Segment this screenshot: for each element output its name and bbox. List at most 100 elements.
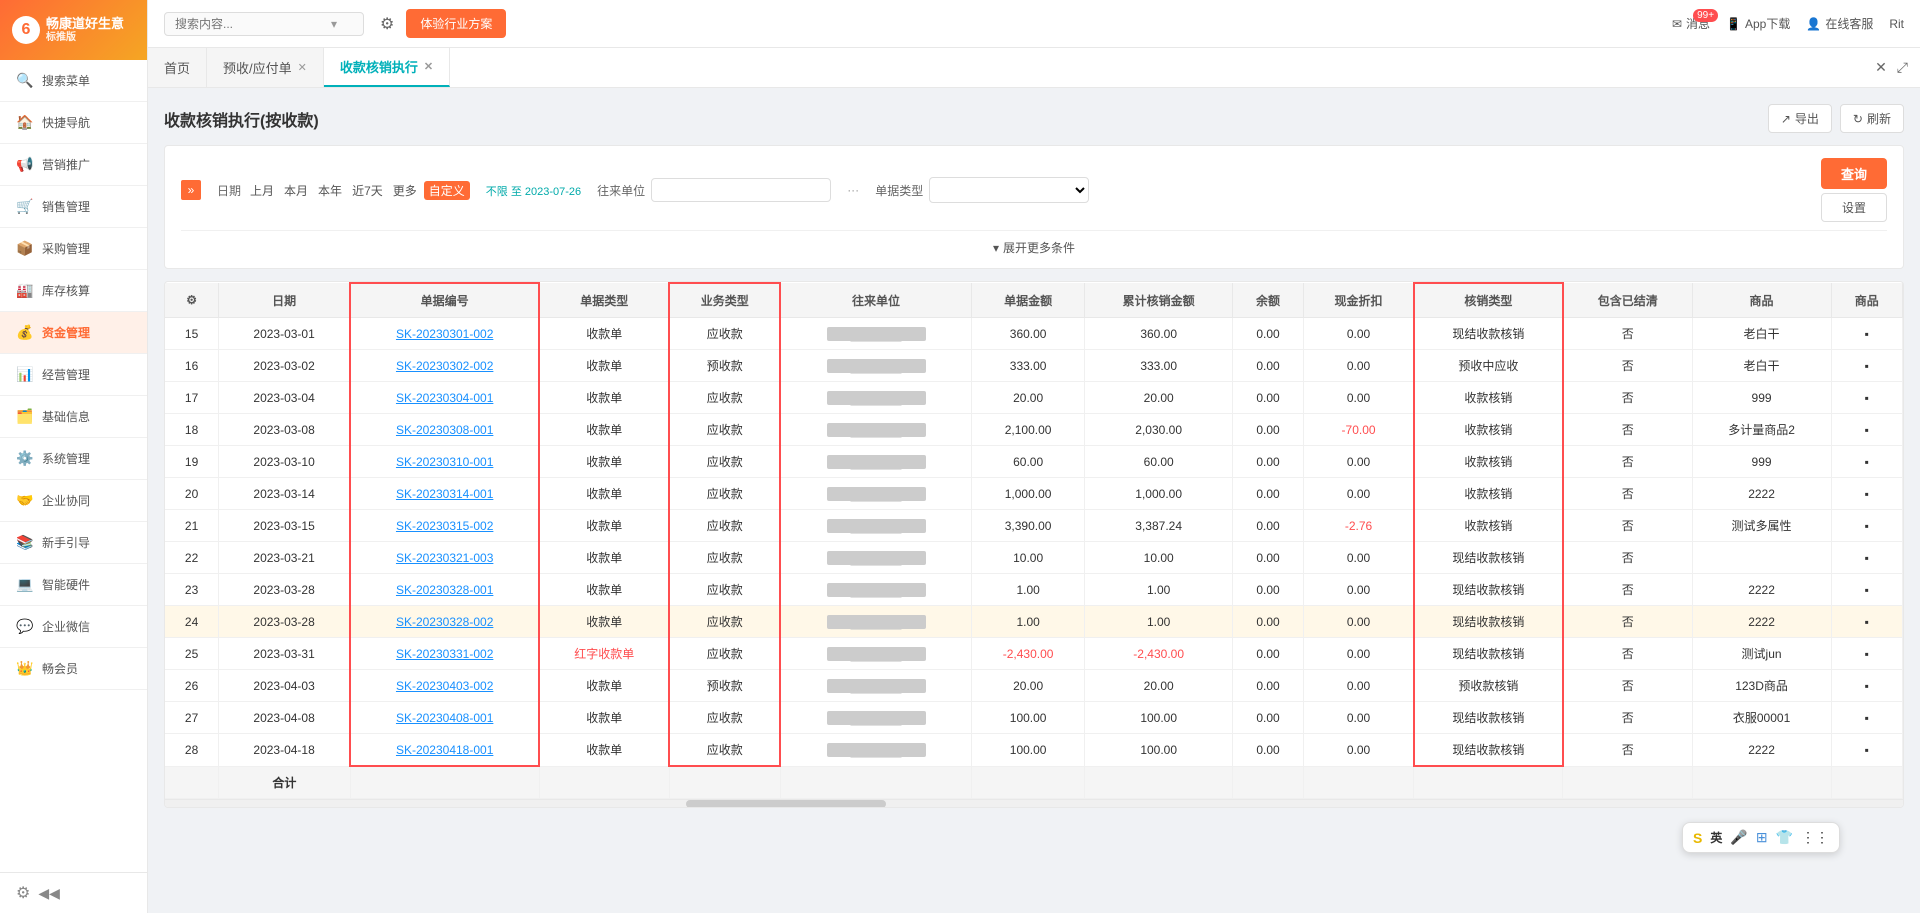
sidebar-item-guide[interactable]: 🏠 快捷导航 bbox=[0, 102, 147, 144]
tab-close-prepay[interactable]: ✕ bbox=[298, 61, 307, 74]
member-icon: 👑 bbox=[16, 660, 34, 677]
sidebar-item-hardware[interactable]: 💻 智能硬件 bbox=[0, 564, 147, 606]
voucher-link[interactable]: SK-20230331-002 bbox=[396, 647, 493, 661]
refresh-button[interactable]: ↻ 刷新 bbox=[1840, 104, 1904, 133]
cell-4-2[interactable]: SK-20230310-001 bbox=[350, 446, 539, 478]
table-row: 212023-03-15SK-20230315-002收款单应收款██████3… bbox=[165, 510, 1903, 542]
sidebar-item-newbie[interactable]: 📚 新手引导 bbox=[0, 522, 147, 564]
ops-label: 经营管理 bbox=[42, 366, 90, 383]
date-options: 上月 本月 本年 近7天 更多 自定义 bbox=[247, 181, 470, 200]
cell-7-8: 0.00 bbox=[1232, 542, 1303, 574]
message-link[interactable]: ✉ 消息 99+ bbox=[1672, 15, 1710, 32]
online-service-link[interactable]: 👤 在线客服 bbox=[1806, 15, 1873, 32]
cell-11-8: 0.00 bbox=[1232, 670, 1303, 702]
scrollbar-thumb[interactable] bbox=[686, 800, 886, 808]
sidebar-item-finance[interactable]: 💰 资金管理 bbox=[0, 312, 147, 354]
tab-home[interactable]: 首页 bbox=[148, 48, 207, 87]
cell-7-2[interactable]: SK-20230321-003 bbox=[350, 542, 539, 574]
date-custom[interactable]: 自定义 bbox=[424, 181, 470, 200]
voucher-link[interactable]: SK-20230302-002 bbox=[396, 359, 493, 373]
cell-8-2[interactable]: SK-20230328-001 bbox=[350, 574, 539, 606]
sidebar-item-member[interactable]: 👑 畅会员 bbox=[0, 648, 147, 690]
ime-grid-icon[interactable]: ⊞ bbox=[1756, 829, 1768, 846]
voucher-link[interactable]: SK-20230315-002 bbox=[396, 519, 493, 533]
voucher-link[interactable]: SK-20230328-001 bbox=[396, 583, 493, 597]
cell-10-2[interactable]: SK-20230331-002 bbox=[350, 638, 539, 670]
user-avatar[interactable]: Rit bbox=[1889, 17, 1904, 31]
tab-close-collection[interactable]: ✕ bbox=[424, 60, 433, 73]
cell-6-2[interactable]: SK-20230315-002 bbox=[350, 510, 539, 542]
expand-tabs-icon[interactable]: ⤢ bbox=[1897, 59, 1908, 76]
close-all-tabs-icon[interactable]: ✕ bbox=[1875, 59, 1887, 76]
query-actions: 查询 设置 bbox=[1821, 158, 1887, 222]
solution-button[interactable]: 体验行业方案 bbox=[406, 9, 506, 38]
sidebar-item-marketing[interactable]: 📢 营销推广 bbox=[0, 144, 147, 186]
expand-conditions-btn[interactable]: ▾ 展开更多条件 bbox=[181, 230, 1887, 256]
collapse-icon[interactable]: ◀◀ bbox=[38, 885, 60, 902]
date-7days[interactable]: 近7天 bbox=[349, 181, 386, 200]
cell-0-2[interactable]: SK-20230301-002 bbox=[350, 318, 539, 350]
date-year[interactable]: 本年 bbox=[315, 181, 345, 200]
topbar-search-box[interactable]: ▾ bbox=[164, 12, 364, 36]
topbar-search-input[interactable] bbox=[175, 17, 325, 31]
ime-logo: S bbox=[1693, 830, 1702, 846]
cell-4-1: 2023-03-10 bbox=[219, 446, 350, 478]
cell-2-2[interactable]: SK-20230304-001 bbox=[350, 382, 539, 414]
cell-13-2[interactable]: SK-20230418-001 bbox=[350, 734, 539, 767]
voucher-type-select[interactable]: 收款单 红字收款单 bbox=[929, 177, 1089, 203]
date-prev-month[interactable]: 上月 bbox=[247, 181, 277, 200]
cell-5-2[interactable]: SK-20230314-001 bbox=[350, 478, 539, 510]
topbar-gear-icon[interactable]: ⚙ bbox=[380, 14, 394, 34]
app-download-link[interactable]: 📱 App下载 bbox=[1726, 15, 1790, 32]
table-row: 172023-03-04SK-20230304-001收款单应收款██████2… bbox=[165, 382, 1903, 414]
horizontal-scrollbar[interactable] bbox=[165, 799, 1903, 807]
ime-more-icon[interactable]: ⋮⋮ bbox=[1801, 829, 1829, 846]
voucher-link[interactable]: SK-20230304-001 bbox=[396, 391, 493, 405]
filter-toggle-btn[interactable]: » bbox=[181, 180, 201, 200]
tab-prepay[interactable]: 预收/应付单✕ bbox=[207, 48, 324, 87]
voucher-link[interactable]: SK-20230301-002 bbox=[396, 327, 493, 341]
cell-12-2[interactable]: SK-20230408-001 bbox=[350, 702, 539, 734]
sidebar-item-search[interactable]: 🔍 搜索菜单 bbox=[0, 60, 147, 102]
voucher-link[interactable]: SK-20230418-001 bbox=[396, 743, 493, 757]
cell-3-2[interactable]: SK-20230308-001 bbox=[350, 414, 539, 446]
cell-1-3: 收款单 bbox=[539, 350, 669, 382]
sidebar-item-wechat[interactable]: 💬 企业微信 bbox=[0, 606, 147, 648]
voucher-link[interactable]: SK-20230314-001 bbox=[396, 487, 493, 501]
sidebar-item-purchase[interactable]: 📦 采购管理 bbox=[0, 228, 147, 270]
voucher-link[interactable]: SK-20230321-003 bbox=[396, 551, 493, 565]
settings-icon[interactable]: ⚙ bbox=[16, 883, 30, 903]
cell-3-11: 否 bbox=[1563, 414, 1692, 446]
sidebar-logo: 6 畅康道好生意 标推版 bbox=[0, 0, 147, 60]
cell-3-12: 多计量商品2 bbox=[1692, 414, 1831, 446]
tab-collection[interactable]: 收款核销执行✕ bbox=[324, 48, 450, 87]
sidebar-item-sales[interactable]: 🛒 销售管理 bbox=[0, 186, 147, 228]
search-dropdown-icon[interactable]: ▾ bbox=[331, 17, 337, 31]
cell-6-13: ▪ bbox=[1831, 510, 1902, 542]
ime-shirt-icon[interactable]: 👕 bbox=[1776, 829, 1793, 846]
voucher-link[interactable]: SK-20230403-002 bbox=[396, 679, 493, 693]
voucher-link[interactable]: SK-20230310-001 bbox=[396, 455, 493, 469]
export-button[interactable]: ↗ 导出 bbox=[1768, 104, 1832, 133]
cell-4-11: 否 bbox=[1563, 446, 1692, 478]
date-cur-month[interactable]: 本月 bbox=[281, 181, 311, 200]
voucher-link[interactable]: SK-20230408-001 bbox=[396, 711, 493, 725]
query-button[interactable]: 查询 bbox=[1821, 158, 1887, 189]
sidebar-item-base[interactable]: 🗂️ 基础信息 bbox=[0, 396, 147, 438]
cell-1-2[interactable]: SK-20230302-002 bbox=[350, 350, 539, 382]
cell-9-2[interactable]: SK-20230328-002 bbox=[350, 606, 539, 638]
voucher-link[interactable]: SK-20230308-001 bbox=[396, 423, 493, 437]
sidebar-item-system[interactable]: ⚙️ 系统管理 bbox=[0, 438, 147, 480]
filter-more-dots[interactable]: ··· bbox=[847, 183, 859, 197]
partner-input[interactable] bbox=[651, 178, 831, 202]
collab-icon: 🤝 bbox=[16, 492, 34, 509]
filter-settings-button[interactable]: 设置 bbox=[1821, 193, 1887, 222]
ime-mic-icon[interactable]: 🎤 bbox=[1730, 829, 1747, 846]
date-more[interactable]: 更多 bbox=[390, 181, 420, 200]
sidebar-item-collab[interactable]: 🤝 企业协同 bbox=[0, 480, 147, 522]
cell-11-2[interactable]: SK-20230403-002 bbox=[350, 670, 539, 702]
sidebar-item-stock[interactable]: 🏭 库存核算 bbox=[0, 270, 147, 312]
cell-12-8: 0.00 bbox=[1232, 702, 1303, 734]
voucher-link[interactable]: SK-20230328-002 bbox=[396, 615, 493, 629]
sidebar-item-ops[interactable]: 📊 经营管理 bbox=[0, 354, 147, 396]
